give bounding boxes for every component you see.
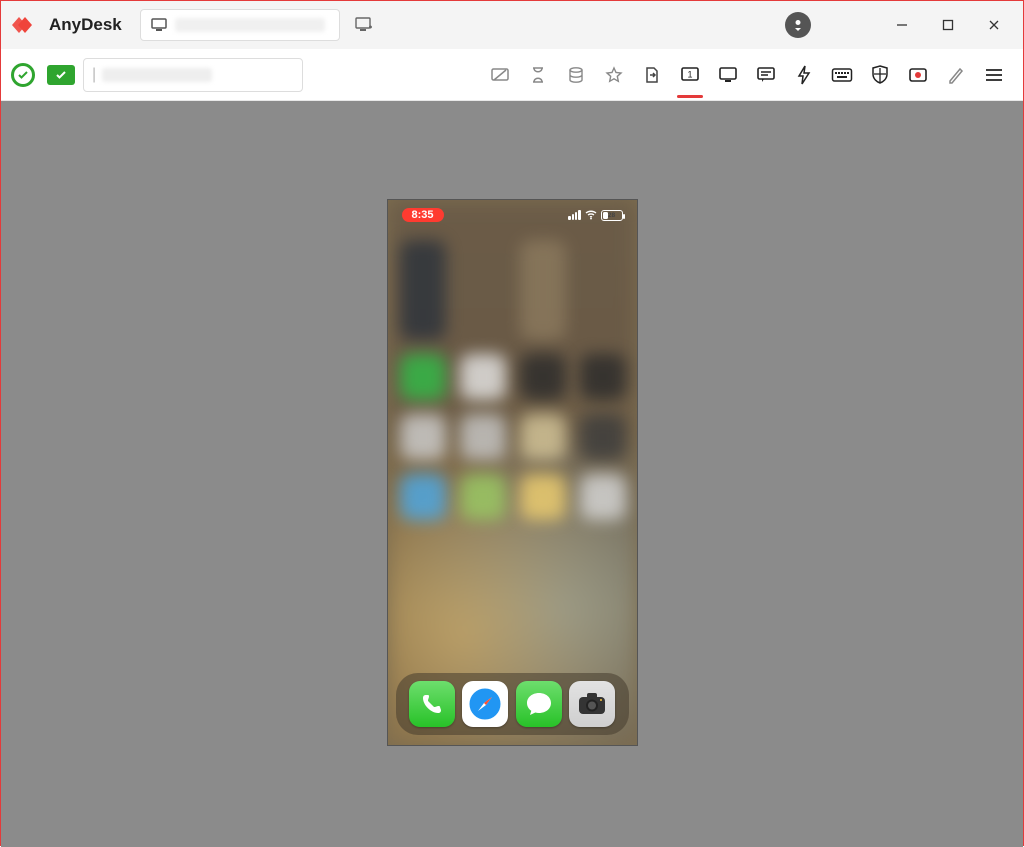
window-controls bbox=[879, 1, 1017, 49]
wifi-icon bbox=[585, 210, 597, 220]
safari-app-icon[interactable] bbox=[462, 681, 508, 727]
session-monitor-icon[interactable] bbox=[47, 65, 75, 85]
lightning-icon[interactable] bbox=[785, 56, 823, 94]
monitor-1-icon[interactable]: 1 bbox=[671, 56, 709, 94]
star-icon[interactable] bbox=[595, 56, 633, 94]
titlebar: AnyDesk bbox=[1, 1, 1023, 49]
battery-icon: 28 bbox=[601, 210, 623, 221]
camera-app-icon[interactable] bbox=[569, 681, 615, 727]
chat-icon[interactable] bbox=[747, 56, 785, 94]
anydesk-logo-icon bbox=[11, 11, 39, 39]
svg-text:1: 1 bbox=[687, 69, 692, 79]
battery-percent: 28 bbox=[602, 211, 622, 220]
phone-app-icon[interactable] bbox=[409, 681, 455, 727]
ios-dock bbox=[396, 673, 629, 735]
privacy-icon[interactable] bbox=[481, 56, 519, 94]
toolbar: | 1 bbox=[1, 49, 1023, 101]
monitor-icon bbox=[151, 18, 167, 32]
stack-icon[interactable] bbox=[557, 56, 595, 94]
record-icon[interactable] bbox=[899, 56, 937, 94]
minimize-button[interactable] bbox=[879, 1, 925, 49]
messages-app-icon[interactable] bbox=[516, 681, 562, 727]
clock-time: 8:35 bbox=[412, 209, 434, 221]
maximize-button[interactable] bbox=[925, 1, 971, 49]
hamburger-icon[interactable] bbox=[975, 56, 1013, 94]
invite-download-button[interactable] bbox=[785, 12, 811, 38]
address-field[interactable]: | bbox=[83, 58, 303, 92]
connection-status-icon bbox=[11, 63, 35, 87]
file-transfer-icon[interactable] bbox=[633, 56, 671, 94]
app-title: AnyDesk bbox=[49, 15, 122, 35]
pen-icon[interactable] bbox=[937, 56, 975, 94]
shield-icon[interactable] bbox=[861, 56, 899, 94]
cellular-signal-icon bbox=[568, 210, 580, 220]
hourglass-icon[interactable] bbox=[519, 56, 557, 94]
session-tab[interactable] bbox=[140, 9, 340, 41]
home-apps-blurred bbox=[400, 240, 625, 520]
display-icon[interactable] bbox=[709, 56, 747, 94]
remote-viewport[interactable]: 8:35 28 bbox=[1, 101, 1023, 847]
address-value bbox=[102, 68, 212, 82]
recording-time-pill: 8:35 bbox=[402, 208, 444, 222]
remote-device-screen[interactable]: 8:35 28 bbox=[387, 199, 638, 746]
ios-status-bar: 8:35 28 bbox=[388, 206, 637, 224]
tab-label bbox=[175, 18, 325, 32]
close-button[interactable] bbox=[971, 1, 1017, 49]
new-tab-button[interactable] bbox=[348, 9, 380, 41]
keyboard-icon[interactable] bbox=[823, 56, 861, 94]
